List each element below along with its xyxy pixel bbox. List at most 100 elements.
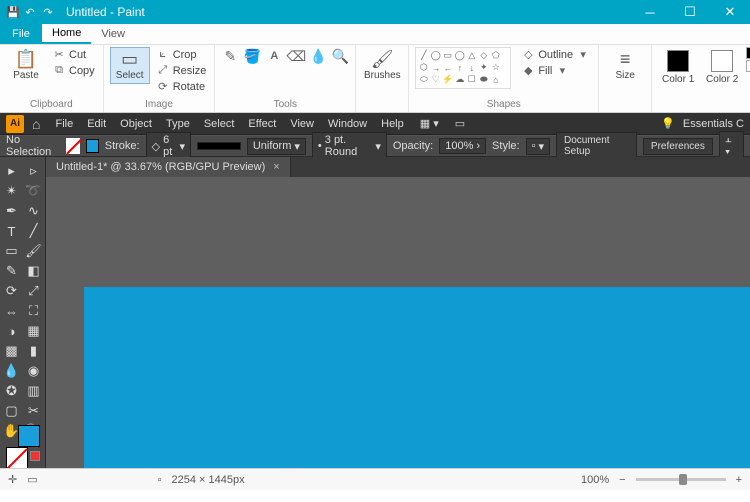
ai-canvas[interactable]: Surface bbox=[46, 177, 750, 468]
ai-logo-icon: Ai bbox=[6, 115, 24, 133]
ai-graph-tool[interactable]: ▥ bbox=[23, 381, 45, 401]
save-icon[interactable]: 💾 bbox=[6, 6, 18, 19]
ai-rotate-tool[interactable]: ⟳ bbox=[1, 281, 23, 301]
brush-icon: 🖌 bbox=[371, 50, 394, 68]
ai-gradient-tool[interactable]: ▮ bbox=[23, 341, 45, 361]
ai-wand-tool[interactable]: ✴ bbox=[1, 181, 23, 201]
fill-tool[interactable]: 🪣 bbox=[243, 47, 261, 65]
crop-button[interactable]: ⟀Crop bbox=[154, 47, 209, 62]
quick-access-toolbar: 💾 ↶ ↷ bbox=[0, 6, 60, 19]
ai-pen-tool[interactable]: ✒ bbox=[1, 201, 23, 221]
paste-button[interactable]: 📋 Paste bbox=[6, 47, 46, 84]
ai-rect-tool[interactable]: ▭ bbox=[1, 241, 23, 261]
resize-button[interactable]: ⤢Resize bbox=[154, 63, 209, 78]
ai-eyedropper-tool[interactable]: 💧 bbox=[1, 361, 23, 381]
close-button[interactable]: ✕ bbox=[710, 0, 750, 24]
picker-tool[interactable]: 💧 bbox=[309, 47, 327, 65]
ribbon: 📋 Paste ✂Cut ⧉Copy Clipboard ▭ Select ⟀C… bbox=[0, 45, 750, 113]
cut-button[interactable]: ✂Cut bbox=[50, 47, 97, 62]
canvas-dimensions: 2254 × 1445px bbox=[172, 474, 245, 486]
fillshape-icon: ◆ bbox=[521, 64, 535, 77]
home-tab[interactable]: Home bbox=[42, 24, 91, 44]
ai-style-label: Style: bbox=[492, 140, 520, 152]
zoom-in-button[interactable]: + bbox=[736, 474, 742, 486]
palette-swatch[interactable] bbox=[746, 60, 750, 72]
ai-doc-tab[interactable]: Untitled-1* @ 33.67% (RGB/GPU Preview) × bbox=[46, 157, 291, 177]
ai-mesh-tool[interactable]: ▩ bbox=[1, 341, 23, 361]
shapes-gallery[interactable]: ╱◯▭◯△◇⬠ ⬡→←↑↓✦☆ ⬭♡⚡☁☐⬬⌂ bbox=[415, 47, 511, 89]
brushes-button[interactable]: 🖌 Brushes bbox=[362, 47, 402, 84]
color2-swatch bbox=[711, 50, 733, 72]
ai-artboard-tool[interactable]: ▢ bbox=[1, 401, 23, 421]
resize-icon: ⤢ bbox=[156, 64, 170, 77]
ai-menu-window[interactable]: Window bbox=[321, 118, 374, 130]
undo-icon[interactable]: ↶ bbox=[24, 6, 36, 19]
palette-swatch[interactable] bbox=[746, 47, 750, 59]
ai-slice-tool[interactable]: ✂ bbox=[23, 401, 45, 421]
ai-arrange-icon[interactable]: ▦ ▾ bbox=[413, 117, 446, 130]
zoom-out-button[interactable]: − bbox=[619, 474, 625, 486]
ai-gpu-icon[interactable]: ▭ bbox=[448, 117, 472, 130]
ai-scale-tool[interactable]: ⤢ bbox=[23, 281, 45, 301]
ai-workspace[interactable]: Essentials C bbox=[683, 118, 744, 130]
ai-eraser-tool[interactable]: ◧ bbox=[23, 261, 45, 281]
ai-width-tool[interactable]: ⇔ bbox=[1, 301, 23, 321]
eraser-tool[interactable]: ⌫ bbox=[287, 47, 305, 65]
ai-menu-select[interactable]: Select bbox=[197, 118, 242, 130]
ai-search-icon[interactable]: 💡 bbox=[661, 117, 675, 130]
ai-fill-swatch[interactable] bbox=[66, 138, 80, 154]
ai-stroke-weight[interactable]: ◇6 pt▾ bbox=[146, 132, 191, 160]
crop-icon: ⟀ bbox=[156, 48, 170, 61]
ai-profile[interactable]: Uniform▾ bbox=[247, 138, 306, 155]
ai-stroke-label: Stroke: bbox=[105, 140, 140, 152]
view-tab[interactable]: View bbox=[91, 24, 135, 44]
ai-line-tool[interactable]: ╱ bbox=[23, 221, 45, 241]
select-button[interactable]: ▭ Select bbox=[110, 47, 150, 84]
ai-menu-file[interactable]: File bbox=[48, 118, 80, 130]
ai-brush-tool[interactable]: 🖌 bbox=[23, 241, 45, 261]
maximize-button[interactable]: ☐ bbox=[670, 0, 710, 24]
ai-menu-effect[interactable]: Effect bbox=[241, 118, 283, 130]
ai-free-transform-tool[interactable]: ⛶ bbox=[23, 301, 45, 321]
ai-brush[interactable]: •3 pt. Round▾ bbox=[312, 132, 387, 160]
ai-opacity[interactable]: 100%› bbox=[439, 138, 486, 154]
ai-lasso-tool[interactable]: ➰ bbox=[23, 181, 45, 201]
ai-symbol-tool[interactable]: ✪ bbox=[1, 381, 23, 401]
redo-icon[interactable]: ↷ bbox=[42, 6, 54, 19]
ai-shaper-tool[interactable]: ✎ bbox=[1, 261, 23, 281]
shape-outline[interactable]: ◇Outline▾ bbox=[519, 47, 592, 62]
group-brushes: 🖌 Brushes bbox=[356, 45, 409, 112]
zoom-slider[interactable] bbox=[636, 478, 726, 481]
ai-menu-help[interactable]: Help bbox=[374, 118, 411, 130]
ai-home-icon[interactable]: ⌂ bbox=[32, 116, 40, 132]
ai-perspective-tool[interactable]: ▦ bbox=[23, 321, 45, 341]
ai-menu-edit[interactable]: Edit bbox=[80, 118, 113, 130]
file-tab[interactable]: File bbox=[0, 24, 42, 44]
ai-direct-select-tool[interactable]: ▹ bbox=[23, 161, 45, 181]
text-tool[interactable]: A bbox=[265, 47, 283, 65]
ai-shape-builder-tool[interactable]: ◑ bbox=[1, 321, 23, 341]
magnifier-tool[interactable]: 🔍 bbox=[331, 47, 349, 65]
color2-button[interactable]: Color 2 bbox=[702, 47, 742, 88]
rotate-button[interactable]: ⟳Rotate bbox=[154, 79, 209, 94]
ai-menu-object[interactable]: Object bbox=[113, 118, 159, 130]
ai-curvature-tool[interactable]: ∿ bbox=[23, 201, 45, 221]
title-bar: 💾 ↶ ↷ Untitled - Paint ─ ☐ ✕ bbox=[0, 0, 750, 24]
ai-document-setup[interactable]: Document Setup bbox=[556, 132, 637, 160]
shape-fill[interactable]: ◆Fill▾ bbox=[519, 63, 592, 78]
color1-button[interactable]: Color 1 bbox=[658, 47, 698, 88]
ai-tab-close-icon[interactable]: × bbox=[273, 161, 279, 173]
size-button[interactable]: ≡ Size bbox=[605, 47, 645, 84]
pencil-tool[interactable]: ✎ bbox=[221, 47, 239, 65]
minimize-button[interactable]: ─ bbox=[630, 0, 670, 24]
select-icon: ▭ bbox=[121, 50, 138, 68]
ai-style[interactable]: ▫▾ bbox=[526, 138, 550, 155]
ai-blend-tool[interactable]: ◉ bbox=[23, 361, 45, 381]
copy-button[interactable]: ⧉Copy bbox=[50, 63, 97, 78]
ai-stroke-swatch[interactable] bbox=[86, 139, 98, 153]
ai-selection-tool[interactable]: ▸ bbox=[1, 161, 23, 181]
ai-menu-view[interactable]: View bbox=[283, 118, 321, 130]
ai-type-tool[interactable]: T bbox=[1, 221, 23, 241]
ai-menu-type[interactable]: Type bbox=[159, 118, 197, 130]
ai-preferences[interactable]: Preferences bbox=[643, 138, 713, 155]
